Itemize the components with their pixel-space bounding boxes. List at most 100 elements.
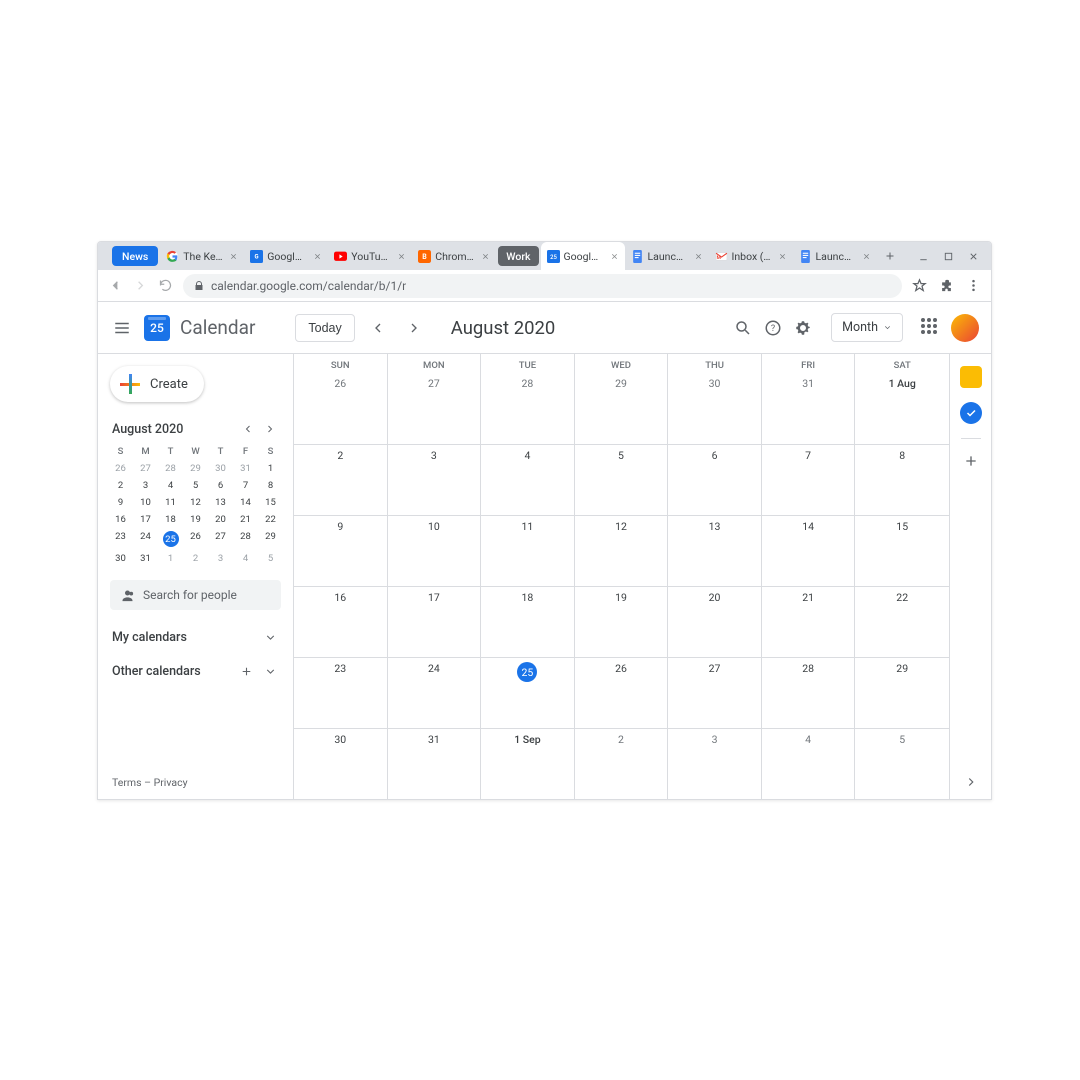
day-cell[interactable]: 30 — [668, 373, 762, 444]
kebab-icon[interactable] — [966, 278, 981, 293]
mini-day-cell[interactable]: 29 — [183, 461, 208, 476]
tab-close-icon[interactable] — [397, 252, 406, 261]
help-icon[interactable]: ? — [763, 318, 783, 338]
mini-day-cell[interactable]: 13 — [208, 495, 233, 510]
browser-tab[interactable]: GGoogle … — [244, 242, 328, 270]
mini-day-cell[interactable]: 12 — [183, 495, 208, 510]
mini-day-cell[interactable]: 9 — [108, 495, 133, 510]
day-cell[interactable]: 17 — [388, 587, 482, 657]
day-cell[interactable]: 3 — [668, 729, 762, 799]
other-calendars-section[interactable]: Other calendars — [106, 654, 285, 688]
day-cell[interactable]: 10 — [388, 516, 482, 586]
create-button[interactable]: Create — [110, 366, 204, 402]
keep-icon[interactable] — [960, 366, 982, 388]
day-cell[interactable]: 22 — [855, 587, 949, 657]
day-cell[interactable]: 13 — [668, 516, 762, 586]
forward-icon[interactable] — [133, 278, 148, 293]
day-cell[interactable]: 26 — [294, 373, 388, 444]
mini-day-cell[interactable]: 3 — [133, 478, 158, 493]
settings-gear-icon[interactable] — [793, 318, 813, 338]
mini-day-cell[interactable]: 5 — [258, 551, 283, 566]
mini-day-cell[interactable]: 2 — [183, 551, 208, 566]
day-cell[interactable]: 16 — [294, 587, 388, 657]
tab-close-icon[interactable] — [610, 252, 619, 261]
browser-tab[interactable]: Launch Pr… — [625, 242, 709, 270]
privacy-link[interactable]: Privacy — [154, 776, 188, 789]
mini-day-cell[interactable]: 22 — [258, 512, 283, 527]
browser-tab[interactable]: 25Google … — [541, 242, 625, 270]
mini-day-cell[interactable]: 24 — [133, 529, 158, 549]
mini-day-cell[interactable]: 27 — [208, 529, 233, 549]
day-cell[interactable]: 1 Aug — [855, 373, 949, 444]
day-cell[interactable]: 6 — [668, 445, 762, 515]
search-people-input[interactable]: Search for people — [110, 580, 281, 610]
add-addon-icon[interactable] — [963, 453, 979, 469]
browser-tab[interactable]: BChromi… — [412, 242, 496, 270]
day-cell[interactable]: 2 — [294, 445, 388, 515]
back-icon[interactable] — [108, 278, 123, 293]
mini-day-cell[interactable]: 26 — [108, 461, 133, 476]
new-tab-icon[interactable] — [877, 242, 903, 270]
my-calendars-section[interactable]: My calendars — [106, 620, 285, 654]
mini-day-cell[interactable]: 28 — [158, 461, 183, 476]
address-field[interactable]: calendar.google.com/calendar/b/1/r — [183, 274, 902, 298]
mini-day-cell[interactable]: 29 — [258, 529, 283, 549]
mini-day-cell[interactable]: 17 — [133, 512, 158, 527]
google-apps-icon[interactable] — [921, 318, 941, 338]
add-calendar-icon[interactable] — [237, 662, 255, 680]
day-cell[interactable]: 20 — [668, 587, 762, 657]
day-cell[interactable]: 14 — [762, 516, 856, 586]
tab-close-icon[interactable] — [481, 252, 490, 261]
extensions-icon[interactable] — [939, 278, 954, 293]
mini-day-cell[interactable]: 23 — [108, 529, 133, 549]
browser-tab[interactable]: News — [112, 246, 158, 266]
mini-prev-icon[interactable] — [239, 420, 257, 438]
day-cell[interactable]: 28 — [762, 658, 856, 728]
mini-day-cell[interactable]: 28 — [233, 529, 258, 549]
day-cell[interactable]: 5 — [855, 729, 949, 799]
collapse-panel-icon[interactable] — [964, 775, 978, 789]
terms-link[interactable]: Terms — [112, 776, 142, 789]
mini-day-cell[interactable]: 25 — [158, 529, 183, 549]
reload-icon[interactable] — [158, 278, 173, 293]
day-cell[interactable]: 9 — [294, 516, 388, 586]
browser-tab[interactable]: YouTube — [328, 242, 412, 270]
tab-close-icon[interactable] — [229, 252, 238, 261]
next-period-icon[interactable] — [401, 315, 427, 341]
day-cell[interactable]: 31 — [762, 373, 856, 444]
mini-day-cell[interactable]: 7 — [233, 478, 258, 493]
mini-day-cell[interactable]: 15 — [258, 495, 283, 510]
day-cell[interactable]: 27 — [668, 658, 762, 728]
day-cell[interactable]: 4 — [481, 445, 575, 515]
day-cell[interactable]: 18 — [481, 587, 575, 657]
day-cell[interactable]: 30 — [294, 729, 388, 799]
day-cell[interactable]: 4 — [762, 729, 856, 799]
maximize-icon[interactable] — [943, 251, 954, 262]
mini-calendar-grid[interactable]: SMTWTFS262728293031123456789101112131415… — [106, 444, 285, 566]
mini-day-cell[interactable]: 10 — [133, 495, 158, 510]
day-cell[interactable]: 1 Sep — [481, 729, 575, 799]
minimize-icon[interactable] — [918, 251, 929, 262]
mini-day-cell[interactable]: 14 — [233, 495, 258, 510]
day-cell[interactable]: 11 — [481, 516, 575, 586]
browser-tab[interactable]: The Key… — [160, 242, 244, 270]
tab-close-icon[interactable] — [778, 252, 787, 261]
mini-day-cell[interactable]: 4 — [233, 551, 258, 566]
mini-day-cell[interactable]: 21 — [233, 512, 258, 527]
mini-day-cell[interactable]: 2 — [108, 478, 133, 493]
mini-day-cell[interactable]: 31 — [233, 461, 258, 476]
mini-day-cell[interactable]: 5 — [183, 478, 208, 493]
mini-day-cell[interactable]: 1 — [158, 551, 183, 566]
view-selector[interactable]: Month — [831, 313, 903, 342]
day-cell[interactable]: 24 — [388, 658, 482, 728]
mini-day-cell[interactable]: 31 — [133, 551, 158, 566]
mini-day-cell[interactable]: 18 — [158, 512, 183, 527]
mini-day-cell[interactable]: 20 — [208, 512, 233, 527]
tab-close-icon[interactable] — [313, 252, 322, 261]
prev-period-icon[interactable] — [365, 315, 391, 341]
mini-day-cell[interactable]: 8 — [258, 478, 283, 493]
browser-tab[interactable]: Launch … — [793, 242, 877, 270]
mini-day-cell[interactable]: 11 — [158, 495, 183, 510]
day-cell[interactable]: 7 — [762, 445, 856, 515]
day-cell[interactable]: 12 — [575, 516, 669, 586]
